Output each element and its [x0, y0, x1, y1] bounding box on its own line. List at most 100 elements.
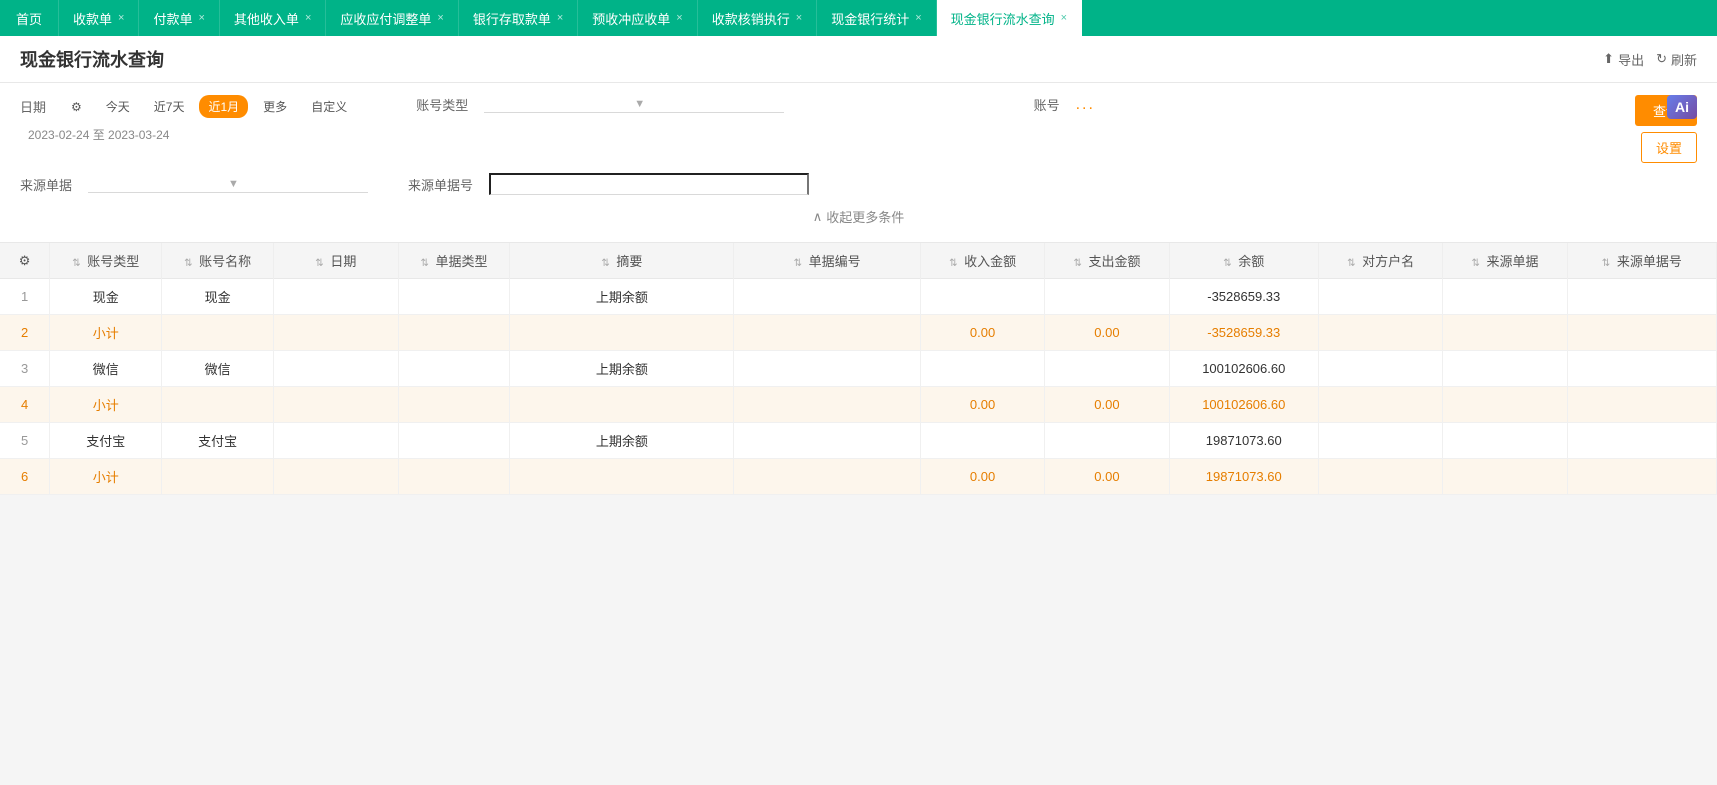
col-header-doc-type[interactable]: ⇅ 单据类型: [398, 243, 510, 279]
cell-acct_name: 现金: [162, 279, 274, 315]
cell-summary: [510, 315, 734, 351]
col-header-counterpart[interactable]: ⇅ 对方户名: [1318, 243, 1442, 279]
date-range: 2023-02-24 至 2023-03-24: [28, 126, 356, 143]
sort-icon-income: ⇅: [949, 258, 957, 269]
sort-icon-acct-type: ⇅: [72, 258, 80, 269]
cell-expense: [1045, 351, 1169, 387]
date-btn-yesterday[interactable]: ⚙: [62, 97, 91, 117]
cell-doc_no: [734, 279, 921, 315]
data-table: ⚙ ⇅ 账号类型 ⇅ 账号名称 ⇅ 日期 ⇅ 单据类型: [0, 243, 1717, 495]
cell-doc_no: [734, 315, 921, 351]
date-btn-today[interactable]: 今天: [97, 95, 139, 118]
cell-source_doc: [1443, 351, 1567, 387]
cell-counterpart: [1318, 279, 1442, 315]
close-icon-2[interactable]: ×: [305, 12, 311, 24]
dots-button[interactable]: ...: [1076, 96, 1095, 114]
ai-badge[interactable]: Ai: [1667, 95, 1697, 119]
nav-tab-7[interactable]: 现金银行统计 ×: [817, 0, 936, 36]
col-header-source-doc[interactable]: ⇅ 来源单据: [1443, 243, 1567, 279]
export-button[interactable]: ⬆ 导出: [1603, 50, 1644, 69]
cell-expense: [1045, 279, 1169, 315]
chevron-down-icon-source-doc: ▼: [228, 178, 362, 190]
cell-date: [274, 387, 398, 423]
page-title: 现金银行流水查询: [20, 46, 164, 72]
col-header-acct-name[interactable]: ⇅ 账号名称: [162, 243, 274, 279]
col-header-balance[interactable]: ⇅ 余额: [1169, 243, 1318, 279]
close-icon-5[interactable]: ×: [676, 12, 682, 24]
cell-income: 0.00: [920, 387, 1044, 423]
sort-icon-source-no: ⇅: [1602, 258, 1610, 269]
nav-home[interactable]: 首页: [0, 0, 59, 36]
date-btn-7days[interactable]: 近7天: [145, 95, 194, 118]
sort-icon-doc-type: ⇅: [420, 258, 428, 269]
cell-num: 3: [0, 351, 50, 387]
col-header-expense[interactable]: ⇅ 支出金额: [1045, 243, 1169, 279]
col-header-income[interactable]: ⇅ 收入金额: [920, 243, 1044, 279]
nav-tab-2[interactable]: 其他收入单 ×: [220, 0, 326, 36]
date-btn-1month[interactable]: 近1月: [199, 95, 248, 118]
collapse-button[interactable]: ∧ 收起更多条件: [813, 207, 905, 226]
cell-expense: 0.00: [1045, 459, 1169, 495]
col-header-date[interactable]: ⇅ 日期: [274, 243, 398, 279]
close-icon-8[interactable]: ×: [1061, 12, 1067, 24]
cell-acct_type: 微信: [50, 351, 162, 387]
acct-no-label: 账号: [1034, 95, 1060, 114]
col-header-acct-type[interactable]: ⇅ 账号类型: [50, 243, 162, 279]
nav-tab-8[interactable]: 现金银行流水查询 ×: [937, 0, 1082, 36]
table-row: 5支付宝支付宝上期余额19871073.60: [0, 423, 1717, 459]
nav-tab-1[interactable]: 付款单 ×: [139, 0, 219, 36]
cell-doc_type: [398, 423, 510, 459]
close-icon-3[interactable]: ×: [437, 12, 443, 24]
sort-icon-expense: ⇅: [1073, 258, 1081, 269]
cell-expense: [1045, 423, 1169, 459]
nav-tab-0[interactable]: 收款单 ×: [59, 0, 139, 36]
nav-tab-4[interactable]: 银行存取款单 ×: [459, 0, 578, 36]
date-options: ⚙ 今天 近7天 近1月 更多 自定义: [62, 95, 356, 118]
col-header-summary[interactable]: ⇅ 摘要: [510, 243, 734, 279]
source-no-label: 来源单据号: [408, 175, 473, 194]
date-label: 日期: [20, 97, 46, 116]
cell-acct_type: 小计: [50, 387, 162, 423]
cell-expense: 0.00: [1045, 387, 1169, 423]
source-doc-label: 来源单据: [20, 175, 72, 194]
date-btn-more[interactable]: 更多: [254, 95, 296, 118]
cell-summary: [510, 387, 734, 423]
col-header-doc-no[interactable]: ⇅ 单据编号: [734, 243, 921, 279]
cell-source_no: [1567, 459, 1716, 495]
table-container: ⚙ ⇅ 账号类型 ⇅ 账号名称 ⇅ 日期 ⇅ 单据类型: [0, 243, 1717, 495]
close-icon-4[interactable]: ×: [557, 12, 563, 24]
sort-icon-date: ⇅: [315, 258, 323, 269]
cell-source_no: [1567, 387, 1716, 423]
nav-tab-5[interactable]: 预收冲应收单 ×: [578, 0, 697, 36]
close-icon-7[interactable]: ×: [915, 12, 921, 24]
cell-doc_no: [734, 459, 921, 495]
table-header-row: ⚙ ⇅ 账号类型 ⇅ 账号名称 ⇅ 日期 ⇅ 单据类型: [0, 243, 1717, 279]
close-icon-6[interactable]: ×: [796, 12, 802, 24]
source-no-input[interactable]: [489, 173, 809, 195]
sort-icon-acct-name: ⇅: [184, 258, 192, 269]
col-header-gear[interactable]: ⚙: [0, 243, 50, 279]
cell-summary: 上期余额: [510, 423, 734, 459]
close-icon-1[interactable]: ×: [198, 12, 204, 24]
cell-doc_no: [734, 387, 921, 423]
chevron-up-icon: ∧: [813, 209, 823, 225]
cell-income: [920, 351, 1044, 387]
acct-type-select[interactable]: ▼: [484, 96, 784, 113]
settings-button[interactable]: 设置: [1641, 132, 1697, 163]
col-header-source-no[interactable]: ⇅ 来源单据号: [1567, 243, 1716, 279]
nav-tab-6[interactable]: 收款核销执行 ×: [698, 0, 817, 36]
date-btn-custom[interactable]: 自定义: [302, 95, 356, 118]
sort-icon-doc-no: ⇅: [794, 258, 802, 269]
cell-income: [920, 279, 1044, 315]
close-icon-0[interactable]: ×: [118, 12, 124, 24]
cell-source_no: [1567, 351, 1716, 387]
table-body: 1现金现金上期余额-3528659.332小计0.000.00-3528659.…: [0, 279, 1717, 495]
refresh-button[interactable]: ↻ 刷新: [1656, 50, 1697, 69]
nav-tab-3[interactable]: 应收应付调整单 ×: [326, 0, 458, 36]
cell-acct_name: [162, 387, 274, 423]
gear-icon: ⚙: [19, 253, 31, 268]
sort-icon-balance: ⇅: [1223, 258, 1231, 269]
cell-acct_name: [162, 459, 274, 495]
cell-source_no: [1567, 423, 1716, 459]
source-doc-select[interactable]: ▼: [88, 176, 368, 193]
